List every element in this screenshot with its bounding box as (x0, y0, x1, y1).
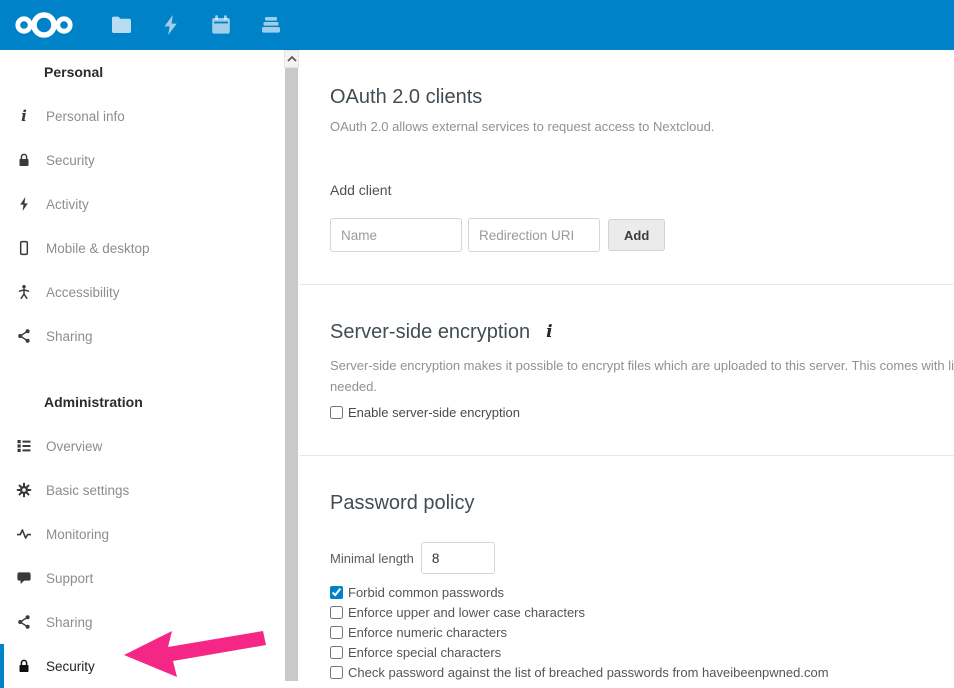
sidebar-item-label: Sharing (46, 615, 93, 630)
policy-row-numeric: Enforce numeric characters (330, 622, 954, 642)
oauth-title: OAuth 2.0 clients (330, 84, 954, 110)
password-policy-checkboxes: Forbid common passwords Enforce upper an… (330, 582, 954, 681)
password-policy-section: Password policy Minimal length Forbid co… (300, 456, 954, 681)
sidebar-item-security-admin[interactable]: Security (0, 644, 300, 688)
sidebar-item-label: Activity (46, 197, 89, 212)
pulse-icon (16, 526, 32, 542)
minimal-length-label: Minimal length (330, 551, 414, 566)
sidebar-item-label: Security (46, 659, 95, 674)
policy-row-special: Enforce special characters (330, 642, 954, 662)
sidebar-item-label: Monitoring (46, 527, 109, 542)
sidebar-item-label: Support (46, 571, 93, 586)
check-breached-passwords-checkbox[interactable] (330, 666, 343, 679)
calendar-icon (209, 13, 233, 37)
settings-main-panel: OAuth 2.0 clients OAuth 2.0 allows exter… (300, 50, 954, 681)
settings-sidebar: Personal i Personal info Security Activi… (0, 50, 300, 681)
policy-row-forbid-common: Forbid common passwords (330, 582, 954, 602)
nextcloud-logo[interactable] (12, 5, 76, 45)
sidebar-item-label: Sharing (46, 329, 93, 344)
top-header-bar (0, 0, 954, 50)
phone-icon (16, 240, 32, 256)
checkbox-label: Enforce upper and lower case characters (348, 605, 585, 620)
sidebar-item-label: Basic settings (46, 483, 129, 498)
sidebar-section-personal: Personal (0, 50, 300, 94)
scrollbar-thumb[interactable] (285, 68, 298, 681)
policy-row-upper-lower: Enforce upper and lower case characters (330, 602, 954, 622)
list-icon (16, 438, 32, 454)
client-name-input[interactable] (330, 218, 462, 252)
policy-row-hibp: Check password against the list of breac… (330, 662, 954, 681)
app-files-button[interactable] (96, 0, 146, 50)
minimal-length-input[interactable] (421, 542, 495, 574)
sidebar-item-label: Security (46, 153, 95, 168)
checkbox-label: Forbid common passwords (348, 585, 504, 600)
chat-icon (16, 570, 32, 586)
oauth-section: OAuth 2.0 clients OAuth 2.0 allows exter… (300, 50, 954, 284)
section-title-label: Personal (44, 64, 103, 80)
app-deck-button[interactable] (246, 0, 296, 50)
sidebar-item-support[interactable]: Support (0, 556, 300, 600)
lightning-icon (159, 13, 183, 37)
deck-icon (259, 13, 283, 37)
sidebar-item-label: Overview (46, 439, 102, 454)
sidebar-item-accessibility[interactable]: Accessibility (0, 270, 300, 314)
sidebar-section-administration: Administration (0, 380, 300, 424)
enforce-special-checkbox[interactable] (330, 646, 343, 659)
sidebar-scrollbar (284, 50, 299, 681)
sidebar-item-sharing-admin[interactable]: Sharing (0, 600, 300, 644)
lightning-icon (16, 196, 32, 212)
folder-icon (109, 13, 133, 37)
forbid-common-passwords-checkbox[interactable] (330, 586, 343, 599)
app-navigation (96, 0, 296, 50)
info-icon: i (16, 108, 32, 124)
app-calendar-button[interactable] (196, 0, 246, 50)
add-client-button[interactable]: Add (608, 219, 665, 251)
sidebar-item-label: Personal info (46, 109, 125, 124)
minimal-length-row: Minimal length (330, 542, 954, 574)
nextcloud-logo-icon (12, 5, 76, 45)
sidebar-item-overview[interactable]: Overview (0, 424, 300, 468)
gear-icon (16, 482, 32, 498)
redirection-uri-input[interactable] (468, 218, 600, 252)
add-client-form: Add (330, 218, 954, 252)
sidebar-item-monitoring[interactable]: Monitoring (0, 512, 300, 556)
lock-icon (16, 152, 32, 168)
password-policy-title: Password policy (330, 490, 954, 516)
sidebar-item-mobile-desktop[interactable]: Mobile & desktop (0, 226, 300, 270)
sidebar-item-security-personal[interactable]: Security (0, 138, 300, 182)
sidebar-item-label: Mobile & desktop (46, 241, 150, 256)
sidebar-item-personal-info[interactable]: i Personal info (0, 94, 300, 138)
add-client-label: Add client (330, 182, 954, 198)
section-title-label: Administration (44, 394, 143, 410)
encryption-description-line1: Server-side encryption makes it possible… (330, 355, 954, 376)
sidebar-item-label: Accessibility (46, 285, 120, 300)
encryption-title-label: Server-side encryption (330, 319, 530, 345)
lock-icon (16, 658, 32, 674)
checkbox-label: Enforce special characters (348, 645, 501, 660)
info-icon[interactable]: i (546, 319, 552, 345)
enable-encryption-checkbox[interactable] (330, 406, 343, 419)
accessibility-icon (16, 284, 32, 300)
encryption-description: Server-side encryption makes it possible… (330, 355, 954, 397)
enforce-numeric-checkbox[interactable] (330, 626, 343, 639)
sidebar-item-sharing-personal[interactable]: Sharing (0, 314, 300, 358)
chevron-up-icon (287, 56, 297, 62)
encryption-title: Server-side encryption i (330, 319, 954, 345)
oauth-description: OAuth 2.0 allows external services to re… (330, 118, 954, 136)
sidebar-item-basic-settings[interactable]: Basic settings (0, 468, 300, 512)
encryption-description-line2: needed. (330, 376, 954, 397)
checkbox-label: Enforce numeric characters (348, 625, 507, 640)
sidebar-item-activity[interactable]: Activity (0, 182, 300, 226)
encryption-section: Server-side encryption i Server-side enc… (300, 285, 954, 455)
checkbox-label: Check password against the list of breac… (348, 665, 829, 680)
enable-encryption-label: Enable server-side encryption (348, 405, 520, 420)
app-activity-button[interactable] (146, 0, 196, 50)
enable-encryption-row: Enable server-side encryption (330, 405, 954, 420)
share-icon (16, 328, 32, 344)
enforce-upper-lower-checkbox[interactable] (330, 606, 343, 619)
scroll-up-button[interactable] (284, 50, 299, 68)
share-icon (16, 614, 32, 630)
